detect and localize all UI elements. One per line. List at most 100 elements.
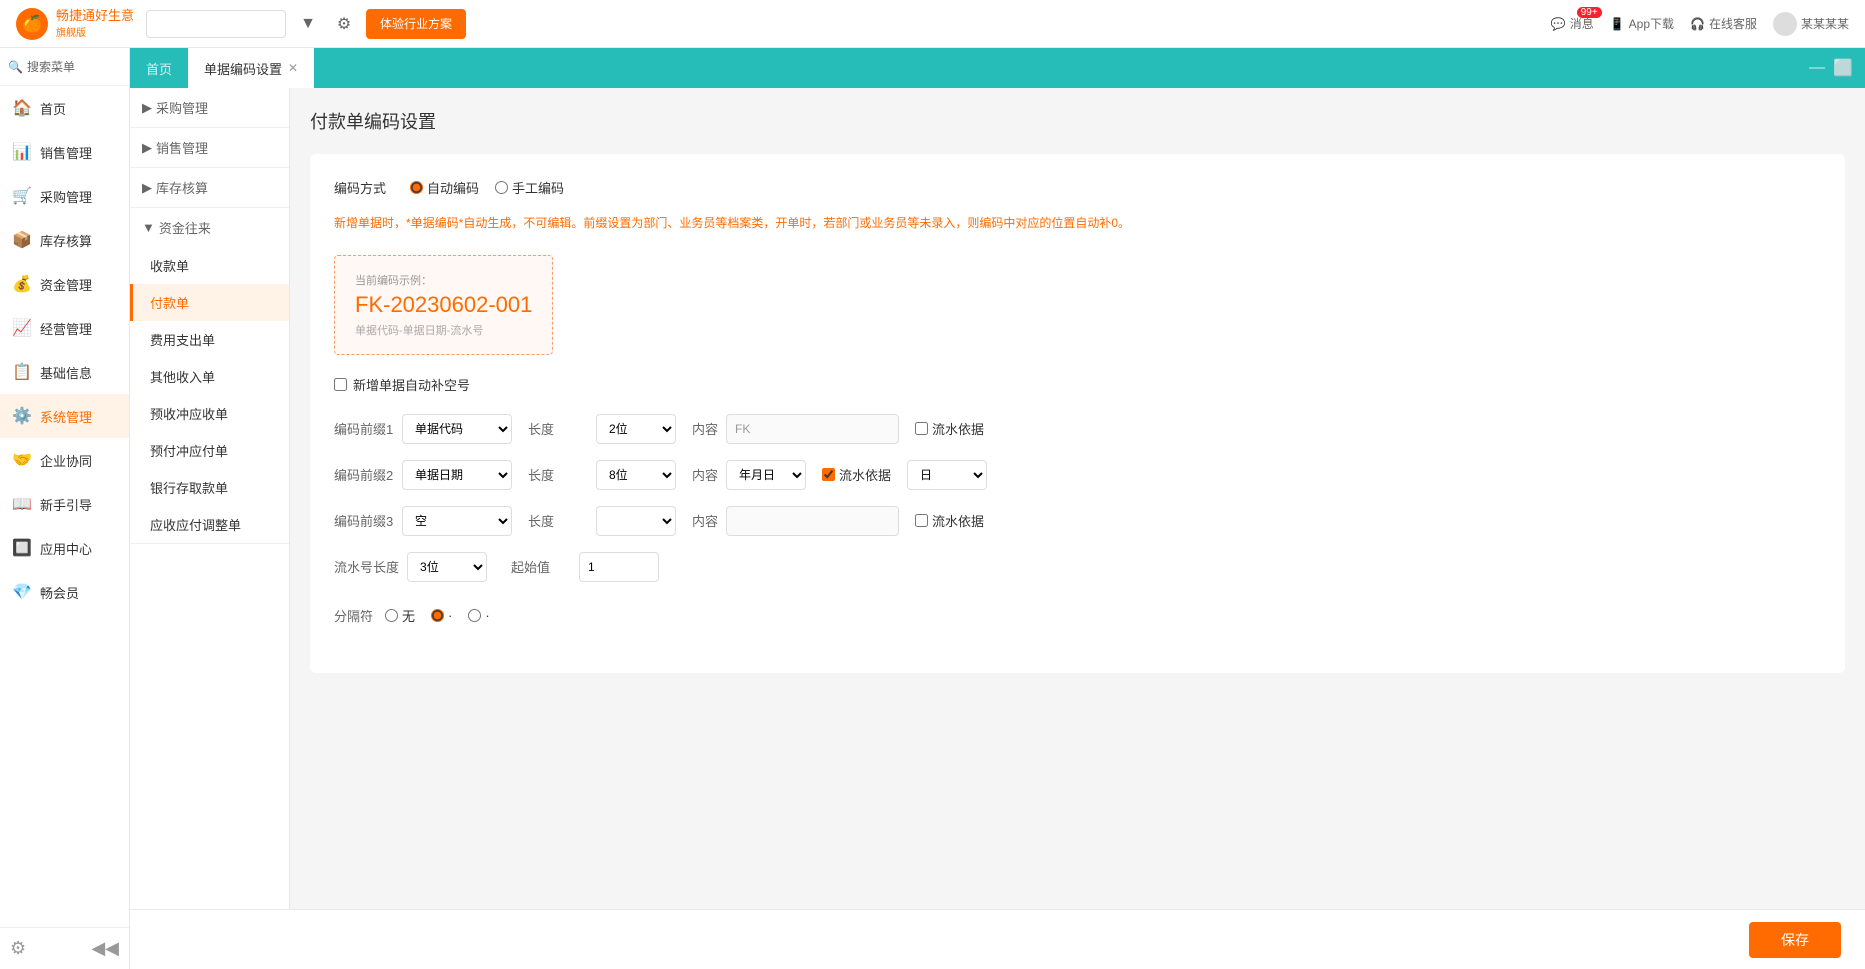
sep-none-option[interactable]: 无 xyxy=(385,606,415,625)
start-value-input[interactable] xyxy=(579,552,659,582)
chevron-right-icon: ▶ xyxy=(142,100,152,116)
sep-dot-option[interactable]: · xyxy=(431,608,452,623)
sidebar-item-member[interactable]: 💎 畅会员 xyxy=(0,570,129,614)
sub-menu-inventory: ▶ 库存核算 xyxy=(130,168,289,208)
sidebar-item-system[interactable]: ⚙️ 系统管理 xyxy=(0,394,129,438)
left-sidebar: 🔍 搜索菜单 🏠 首页 📊 销售管理 🛒 采购管理 📦 库存核算 💰 xyxy=(0,48,130,969)
sidebar-item-member-label: 畅会员 xyxy=(40,583,79,602)
auto-code-option[interactable]: 自动编码 xyxy=(410,178,479,197)
content-area: 首页 单据编码设置 ✕ — ⬜ ▶ 采购管理 xyxy=(130,48,1865,969)
settings-footer-btn[interactable]: ⚙ xyxy=(10,938,26,959)
sub-menu-item-receipt[interactable]: 收款单 xyxy=(130,247,289,284)
online-service-btn[interactable]: 🎧 在线客服 xyxy=(1690,15,1757,32)
manual-code-radio[interactable] xyxy=(495,181,508,194)
basic-icon: 📋 xyxy=(12,362,32,382)
sidebar-item-guide[interactable]: 📖 新手引导 xyxy=(0,482,129,526)
sub-menu-purchase-header[interactable]: ▶ 采购管理 xyxy=(130,88,289,127)
waterfall2-checkbox[interactable] xyxy=(822,468,835,481)
sidebar-item-basic[interactable]: 📋 基础信息 xyxy=(0,350,129,394)
user-area[interactable]: 某某某某 xyxy=(1773,12,1849,36)
logo-text-block: 畅捷通好生意 旗舰版 xyxy=(56,8,134,39)
prefix1-row: 编码前缀1 单据代码 长度 2位 内容 xyxy=(334,414,1821,444)
sep-none-radio[interactable] xyxy=(385,609,398,622)
sidebar-item-inventory[interactable]: 📦 库存核算 xyxy=(0,218,129,262)
collapse-btn[interactable]: ◀◀ xyxy=(91,938,119,959)
settings-btn[interactable]: ⚙ xyxy=(330,10,358,38)
dropdown-btn[interactable]: ▼ xyxy=(294,10,322,38)
waterfall1-checkbox[interactable] xyxy=(915,422,928,435)
save-button[interactable]: 保存 xyxy=(1749,922,1841,958)
auto-fill-checkbox[interactable] xyxy=(334,378,347,391)
form-card: 编码方式 自动编码 手工编码 xyxy=(310,154,1845,673)
sub-menu-item-expense[interactable]: 费用支出单 xyxy=(130,321,289,358)
message-btn[interactable]: 💬 消息 99+ xyxy=(1551,15,1594,32)
encoding-method-radio-group: 自动编码 手工编码 xyxy=(410,178,564,197)
sidebar-item-finance-label: 资金管理 xyxy=(40,275,92,294)
sep-dash-option[interactable]: · xyxy=(468,608,489,623)
user-name: 某某某某 xyxy=(1801,15,1849,32)
sub-menu-item-prepay-pay[interactable]: 预付冲应付单 xyxy=(130,432,289,469)
tab-close-icon[interactable]: ✕ xyxy=(288,61,298,75)
logo-icon: 🍊 xyxy=(16,8,48,40)
tab-maximize-btn[interactable]: ⬜ xyxy=(1833,58,1853,78)
flow-length-select[interactable]: 3位 xyxy=(407,552,487,582)
system-icon: ⚙️ xyxy=(12,406,32,426)
app-download-btn[interactable]: 📱 App下载 xyxy=(1610,15,1674,32)
sep-dash-label: · xyxy=(485,608,489,623)
sub-sidebar: ▶ 采购管理 ▶ 销售管理 ▶ 库存核算 xyxy=(130,88,290,909)
tab-encoding-label: 单据编码设置 xyxy=(204,59,282,78)
sidebar-item-enterprise[interactable]: 🤝 企业协同 xyxy=(0,438,129,482)
prefix1-select[interactable]: 单据代码 xyxy=(402,414,512,444)
tab-encoding[interactable]: 单据编码设置 ✕ xyxy=(188,48,314,88)
sub-menu-item-bank-deposit[interactable]: 银行存取款单 xyxy=(130,469,289,506)
sidebar-item-operation[interactable]: 📈 经营管理 xyxy=(0,306,129,350)
prefix3-select[interactable]: 空 xyxy=(402,506,512,536)
sidebar-item-home[interactable]: 🏠 首页 xyxy=(0,86,129,130)
prefix2-select[interactable]: 单据日期 xyxy=(402,460,512,490)
tab-home[interactable]: 首页 xyxy=(130,48,188,88)
logo-text: 畅捷通好生意 xyxy=(56,8,134,24)
content1-input xyxy=(726,414,899,444)
code-preview-desc: 单据代码-单据日期-流水号 xyxy=(355,322,532,338)
sidebar-item-finance[interactable]: 💰 资金管理 xyxy=(0,262,129,306)
sidebar-item-sales[interactable]: 📊 销售管理 xyxy=(0,130,129,174)
auto-code-radio[interactable] xyxy=(410,181,423,194)
sidebar-item-apps-label: 应用中心 xyxy=(40,539,92,558)
breadcrumb-input[interactable] xyxy=(146,10,286,38)
sub-menu-finance: ▼ 资金往来 收款单 付款单 费用支出单 其他收入单 xyxy=(130,208,289,544)
length2-select[interactable]: 8位 xyxy=(596,460,676,490)
app-download-label: App下载 xyxy=(1629,15,1674,32)
sep-dash-radio[interactable] xyxy=(468,609,481,622)
sidebar-search[interactable]: 🔍 搜索菜单 xyxy=(0,48,129,86)
content2-select[interactable]: 年月日 xyxy=(726,460,806,490)
tab-minimize-btn[interactable]: — xyxy=(1809,59,1825,77)
main-panel: 付款单编码设置 编码方式 自动编码 手工编码 xyxy=(290,88,1865,909)
length1-select[interactable]: 2位 xyxy=(596,414,676,444)
manual-code-option[interactable]: 手工编码 xyxy=(495,178,564,197)
auto-fill-checkbox-row[interactable]: 新增单据自动补空号 xyxy=(334,375,1821,394)
guide-icon: 📖 xyxy=(12,494,32,514)
sub-menu-finance-header[interactable]: ▼ 资金往来 xyxy=(130,208,289,247)
trial-btn[interactable]: 体验行业方案 xyxy=(366,9,466,39)
sub-menu-inventory-header[interactable]: ▶ 库存核算 xyxy=(130,168,289,207)
prefix2-row: 编码前缀2 单据日期 长度 8位 内容 xyxy=(334,460,1821,490)
sub-menu-item-adjustment[interactable]: 应收应付调整单 xyxy=(130,506,289,543)
prefix3-field: 编码前缀3 空 xyxy=(334,506,512,536)
search-label: 搜索菜单 xyxy=(27,58,75,75)
waterfall2-period-select[interactable]: 日 xyxy=(907,460,987,490)
sidebar-item-home-label: 首页 xyxy=(40,99,66,118)
length3-field: 长度 xyxy=(528,506,676,536)
sub-menu-item-prepay-receive[interactable]: 预收冲应收单 xyxy=(130,395,289,432)
length3-select[interactable] xyxy=(596,506,676,536)
sub-menu-sales-header[interactable]: ▶ 销售管理 xyxy=(130,128,289,167)
service-icon: 🎧 xyxy=(1690,17,1705,31)
chevron-down-icon: ▼ xyxy=(142,220,155,235)
waterfall2-label: 流水依据 xyxy=(839,465,891,484)
sub-menu-item-payment[interactable]: 付款单 xyxy=(130,284,289,321)
sidebar-item-purchase[interactable]: 🛒 采购管理 xyxy=(0,174,129,218)
sep-dot-radio[interactable] xyxy=(431,609,444,622)
sub-menu-item-other-income[interactable]: 其他收入单 xyxy=(130,358,289,395)
sidebar-item-apps[interactable]: 🔲 应用中心 xyxy=(0,526,129,570)
waterfall3-checkbox[interactable] xyxy=(915,514,928,527)
content1-label: 内容 xyxy=(692,419,718,438)
